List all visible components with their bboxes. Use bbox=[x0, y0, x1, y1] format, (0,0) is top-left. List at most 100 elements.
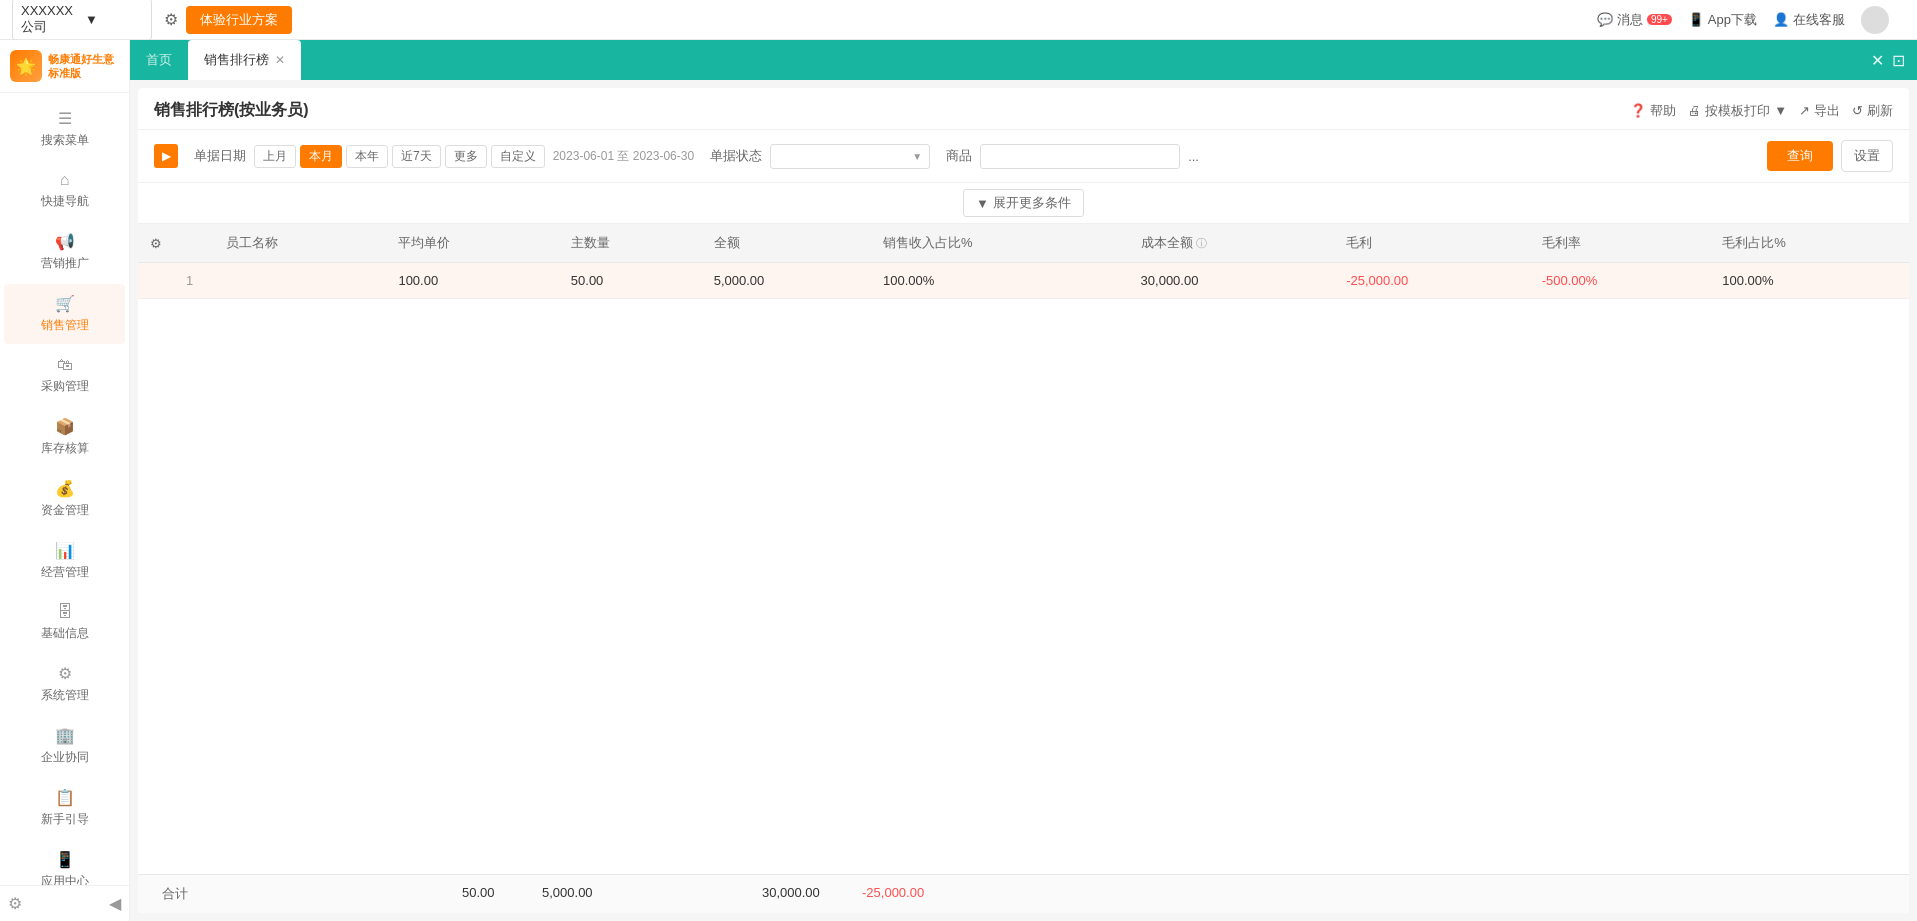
sidebar-item-appcenter[interactable]: 📱 应用中心 bbox=[4, 840, 125, 885]
window-maximize-icon[interactable]: ⊡ bbox=[1892, 51, 1905, 70]
basic-icon: 🗄 bbox=[57, 603, 73, 621]
logo-icon: 🌟 bbox=[10, 50, 42, 82]
cell-amount: 5,000.00 bbox=[702, 263, 871, 299]
sidebar-label-enterprise: 企业协同 bbox=[41, 749, 89, 766]
page-header: 销售排行榜(按业务员) ❓ 帮助 🖨 按模板打印 ▼ ↗ 导出 bbox=[138, 88, 1909, 130]
footer-mainqty-val: 50.00 bbox=[450, 885, 530, 903]
data-table: ⚙ 员工名称 平均单价 主数量 全额 销售收入占比% 成本全额 ⓘ 毛利 毛利率… bbox=[138, 224, 1909, 299]
sidebar-logo: 🌟 畅康通好生意 标准版 bbox=[0, 40, 129, 93]
status-select[interactable] bbox=[770, 144, 930, 169]
enterprise-icon: 🏢 bbox=[55, 726, 75, 745]
sidebar-item-basic[interactable]: 🗄 基础信息 bbox=[4, 593, 125, 652]
service-icon: 👤 bbox=[1773, 12, 1789, 27]
tab-sales-rank-label: 销售排行榜 bbox=[204, 51, 269, 69]
sales-icon: 🛒 bbox=[55, 294, 75, 313]
goods-search-input[interactable] bbox=[980, 144, 1180, 169]
sidebar-item-purchase[interactable]: 🛍 采购管理 bbox=[4, 346, 125, 405]
table-row: 1 100.00 50.00 5,000.00 100.00% 30,000.0… bbox=[138, 263, 1909, 299]
col-header-salesratio: 销售收入占比% bbox=[871, 224, 1129, 263]
sidebar-item-quicknav[interactable]: ⌂ 快捷导航 bbox=[4, 161, 125, 220]
col-header-settings[interactable]: ⚙ bbox=[138, 224, 174, 263]
sidebar-item-system[interactable]: ⚙ 系统管理 bbox=[4, 654, 125, 714]
tab-sales-rank[interactable]: 销售排行榜 ✕ bbox=[188, 40, 301, 80]
print-dropdown-icon: ▼ bbox=[1774, 103, 1787, 118]
help-button[interactable]: ❓ 帮助 bbox=[1630, 102, 1676, 120]
top-bar-right: 💬 消息 99+ 📱 App下载 👤 在线客服 bbox=[1597, 6, 1905, 34]
purchase-icon: 🛍 bbox=[57, 356, 73, 374]
sidebar-item-marketing[interactable]: 📢 营销推广 bbox=[4, 222, 125, 282]
refresh-button[interactable]: ↺ 刷新 bbox=[1852, 102, 1893, 120]
goods-filter-group: 商品 ... bbox=[946, 144, 1199, 169]
company-selector[interactable]: XXXXXX公司 ▼ bbox=[12, 0, 152, 41]
sidebar-label-operations: 经营管理 bbox=[41, 564, 89, 581]
sidebar-item-sales[interactable]: 🛒 销售管理 bbox=[4, 284, 125, 344]
sidebar-item-enterprise[interactable]: 🏢 企业协同 bbox=[4, 716, 125, 776]
operations-icon: 📊 bbox=[55, 541, 75, 560]
col-header-grossmargin: 毛利率 bbox=[1530, 224, 1711, 263]
col-header-amount: 全额 bbox=[702, 224, 871, 263]
app-download-button[interactable]: 📱 App下载 bbox=[1688, 11, 1757, 29]
date-period-label: 单据日期 bbox=[194, 147, 246, 165]
settings-icon[interactable]: ⚙ bbox=[164, 10, 178, 29]
sidebar-label-basic: 基础信息 bbox=[41, 625, 89, 642]
notification-button[interactable]: 💬 消息 99+ bbox=[1597, 11, 1672, 29]
window-close-icon[interactable]: ✕ bbox=[1871, 51, 1884, 70]
status-select-wrapper bbox=[770, 144, 930, 169]
footer-cells: 合计 50.00 5,000.00 30,000.00 -25,000.00 bbox=[150, 885, 1897, 903]
sidebar-settings-icon[interactable]: ⚙ bbox=[8, 894, 22, 913]
template-print-label: 按模板打印 bbox=[1705, 102, 1770, 120]
expand-conditions-button[interactable]: ▼ 展开更多条件 bbox=[963, 189, 1084, 217]
home-icon: ⌂ bbox=[60, 171, 70, 189]
tab-home[interactable]: 首页 bbox=[130, 40, 188, 80]
online-service-button[interactable]: 👤 在线客服 bbox=[1773, 11, 1845, 29]
inventory-icon: 📦 bbox=[55, 417, 75, 436]
top-bar: XXXXXX公司 ▼ ⚙ 体验行业方案 💬 消息 99+ 📱 App下载 👤 在… bbox=[0, 0, 1917, 40]
filter-toggle-button[interactable]: ▶ bbox=[154, 144, 178, 168]
notification-label: 消息 bbox=[1617, 11, 1643, 29]
cell-rank: 1 bbox=[174, 263, 214, 299]
refresh-label: 刷新 bbox=[1867, 102, 1893, 120]
query-button[interactable]: 查询 bbox=[1767, 141, 1833, 171]
status-label: 单据状态 bbox=[710, 147, 762, 165]
sidebar-label-finance: 资金管理 bbox=[41, 502, 89, 519]
sidebar-collapse-icon[interactable]: ◀ bbox=[109, 894, 121, 913]
guide-icon: 📋 bbox=[55, 788, 75, 807]
template-print-button[interactable]: 🖨 按模板打印 ▼ bbox=[1688, 102, 1787, 120]
status-filter-group: 单据状态 bbox=[710, 144, 930, 169]
company-name: XXXXXX公司 bbox=[21, 3, 79, 36]
filter-settings-button[interactable]: 设置 bbox=[1841, 140, 1893, 172]
date-btn-more[interactable]: 更多 bbox=[445, 145, 487, 168]
sidebar-label-appcenter: 应用中心 bbox=[41, 873, 89, 885]
sidebar-item-search[interactable]: ☰ 搜索菜单 bbox=[4, 99, 125, 159]
cell-salesratio: 100.00% bbox=[871, 263, 1129, 299]
expand-label: 展开更多条件 bbox=[993, 194, 1071, 212]
cell-name bbox=[214, 263, 386, 299]
cell-grossratio: 100.00% bbox=[1710, 263, 1909, 299]
logo-text: 畅康通好生意 标准版 bbox=[48, 52, 114, 81]
sidebar: 🌟 畅康通好生意 标准版 ☰ 搜索菜单 ⌂ 快捷导航 📢 营销推广 🛒 销售管理 bbox=[0, 40, 130, 921]
cell-grossmargin: -500.00% bbox=[1530, 263, 1711, 299]
avatar[interactable] bbox=[1861, 6, 1889, 34]
sidebar-item-guide[interactable]: 📋 新手引导 bbox=[4, 778, 125, 838]
sidebar-item-operations[interactable]: 📊 经营管理 bbox=[4, 531, 125, 591]
footer-salesratio-val bbox=[630, 885, 750, 903]
date-btn-7days[interactable]: 近7天 bbox=[392, 145, 441, 168]
export-button[interactable]: ↗ 导出 bbox=[1799, 102, 1840, 120]
col-header-costamount: 成本全额 ⓘ bbox=[1129, 224, 1335, 263]
date-btn-custom[interactable]: 自定义 bbox=[491, 145, 545, 168]
tab-close-icon[interactable]: ✕ bbox=[275, 53, 285, 67]
footer-label: 合计 bbox=[150, 885, 330, 903]
online-service-label: 在线客服 bbox=[1793, 11, 1845, 29]
app-icon: 📱 bbox=[1688, 12, 1704, 27]
sidebar-item-finance[interactable]: 💰 资金管理 bbox=[4, 469, 125, 529]
trial-button[interactable]: 体验行业方案 bbox=[186, 6, 292, 34]
expand-row: ▼ 展开更多条件 bbox=[138, 183, 1909, 224]
cell-settings bbox=[138, 263, 174, 299]
sidebar-label-system: 系统管理 bbox=[41, 687, 89, 704]
date-btn-last-month[interactable]: 上月 bbox=[254, 145, 296, 168]
date-btn-this-year[interactable]: 本年 bbox=[346, 145, 388, 168]
sidebar-item-inventory[interactable]: 📦 库存核算 bbox=[4, 407, 125, 467]
date-btn-this-month[interactable]: 本月 bbox=[300, 145, 342, 168]
top-bar-actions: ⚙ 体验行业方案 bbox=[164, 6, 292, 34]
more-filter-button[interactable]: ... bbox=[1188, 149, 1199, 164]
